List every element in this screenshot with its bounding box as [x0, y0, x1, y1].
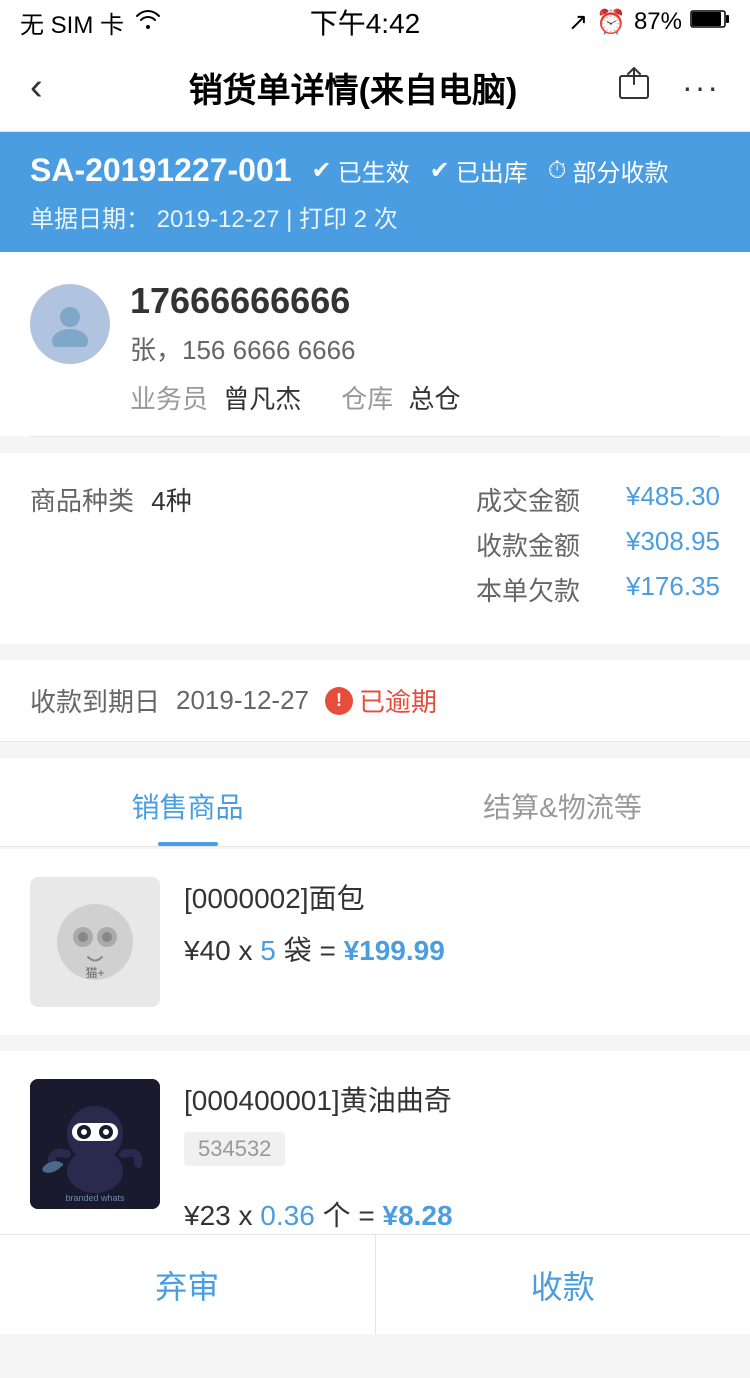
page-title: 销货单详情(来自电脑)	[90, 63, 616, 112]
status-badge-3: ⏱ 部分收款	[548, 153, 669, 188]
amount-stats: 成交金额 ¥485.30 收款金额 ¥308.95 本单欠款 ¥176.35	[476, 481, 720, 616]
received-amount: ¥308.95	[600, 526, 720, 563]
status-badge-1: ✔ 已生效	[312, 153, 410, 188]
avatar	[30, 284, 110, 364]
status-time: 下午4:42	[310, 2, 421, 42]
overdue-dot-icon: !	[325, 687, 353, 715]
status-left: 无 SIM 卡	[20, 5, 162, 40]
battery-icon	[690, 8, 730, 37]
order-id: SA-20191227-001	[30, 152, 292, 189]
stats-section: 商品种类 4种 成交金额 ¥485.30 收款金额 ¥308.95 本单欠款 ¥…	[0, 453, 750, 644]
status-right: ↗ ⏰ 87%	[568, 8, 730, 37]
product-details-2: [000400001]黄油曲奇 534532 ¥23 x 0.36 个 = ¥8…	[184, 1079, 720, 1234]
battery-text: 87%	[634, 8, 682, 36]
due-date-section: 收款到期日 2019-12-27 ! 已逾期	[0, 660, 750, 742]
status-bar: 无 SIM 卡 下午4:42 ↗ ⏰ 87%	[0, 0, 750, 44]
tab-bar: 销售商品 结算&物流等	[0, 758, 750, 847]
product-item: branded whats [000400001]黄油曲奇 534532 ¥23…	[0, 1051, 750, 1262]
sales-person: 曾凡杰	[223, 384, 301, 414]
tab-settlement-logistics[interactable]: 结算&物流等	[375, 758, 750, 846]
deal-amount: ¥485.30	[600, 481, 720, 518]
sales-info: 业务员 曾凡杰	[130, 379, 301, 416]
debt-amount: ¥176.35	[600, 571, 720, 608]
gps-icon: ↗	[568, 8, 588, 37]
customer-name-phone: 张，156 6666 6666	[130, 330, 720, 367]
product-total-2: ¥8.28	[383, 1200, 453, 1231]
product-qty-1: 5	[260, 935, 276, 966]
product-item: 猫+ [0000002]面包 ¥40 x 5 袋 = ¥199.99	[0, 849, 750, 1035]
due-date-value: 2019-12-27	[176, 685, 309, 716]
debt-amount-row: 本单欠款 ¥176.35	[476, 571, 720, 608]
product-price-2: ¥23 x 0.36 个 = ¥8.28	[184, 1194, 720, 1234]
warehouse-label: 仓库	[341, 384, 393, 414]
collect-payment-button[interactable]: 收款	[376, 1235, 750, 1334]
share-icon[interactable]	[616, 66, 652, 110]
deal-label: 成交金额	[476, 481, 580, 518]
action-bar: 弃审 收款	[0, 1234, 750, 1334]
received-amount-row: 收款金额 ¥308.95	[476, 526, 720, 563]
received-label: 收款金额	[476, 526, 580, 563]
sales-label: 业务员	[130, 384, 208, 414]
order-date-info: 单据日期： 2019-12-27 | 打印 2 次	[30, 199, 720, 234]
overdue-text: 已逾期	[359, 682, 437, 719]
clock-icon: ⏱	[548, 157, 567, 185]
product-sku-2: 534532	[184, 1132, 285, 1166]
customer-meta: 业务员 曾凡杰 仓库 总仓	[130, 379, 720, 416]
check-icon-2: ✔	[430, 156, 450, 185]
wifi-icon	[134, 8, 162, 36]
cancel-review-button[interactable]: 弃审	[0, 1235, 376, 1334]
overdue-badge: ! 已逾期	[325, 682, 437, 719]
back-button[interactable]: ‹	[30, 66, 90, 109]
nav-right-icons: ···	[616, 66, 720, 110]
customer-id: 17666666666	[130, 280, 720, 322]
product-details-1: [0000002]面包 ¥40 x 5 袋 = ¥199.99	[184, 877, 720, 969]
customer-section: 17666666666 张，156 6666 6666 业务员 曾凡杰 仓库 总…	[0, 252, 750, 436]
check-icon-1: ✔	[312, 156, 332, 185]
warehouse-info: 仓库 总仓	[341, 379, 460, 416]
product-types: 商品种类 4种	[30, 481, 192, 518]
status-badge-2: ✔ 已出库	[430, 153, 528, 188]
type-label: 商品种类	[30, 486, 134, 516]
product-image-1: 猫+	[30, 877, 160, 1007]
product-image-2: branded whats	[30, 1079, 160, 1209]
product-total-1: ¥199.99	[344, 935, 445, 966]
order-header: SA-20191227-001 ✔ 已生效 ✔ 已出库 ⏱ 部分收款 单据日期：…	[0, 132, 750, 252]
nav-bar: ‹ 销货单详情(来自电脑) ···	[0, 44, 750, 132]
svg-text:猫+: 猫+	[85, 966, 104, 980]
product-price-1: ¥40 x 5 袋 = ¥199.99	[184, 929, 720, 969]
order-date: 2019-12-27	[157, 206, 280, 233]
debt-label: 本单欠款	[476, 571, 580, 608]
carrier-text: 无 SIM 卡	[20, 5, 124, 40]
divider-1	[30, 436, 720, 437]
svg-text:branded whats: branded whats	[65, 1193, 125, 1203]
product-qty-2: 0.36	[260, 1200, 315, 1231]
date-label: 单据日期：	[30, 206, 150, 233]
warehouse-value: 总仓	[409, 384, 461, 414]
more-icon[interactable]: ···	[682, 69, 720, 106]
customer-info: 17666666666 张，156 6666 6666 业务员 曾凡杰 仓库 总…	[130, 280, 720, 416]
type-count: 4种	[151, 486, 191, 516]
deal-amount-row: 成交金额 ¥485.30	[476, 481, 720, 518]
due-date-label: 收款到期日	[30, 682, 160, 719]
print-info: | 打印 2 次	[286, 206, 398, 233]
tab-sales-products[interactable]: 销售商品	[0, 758, 375, 846]
alarm-icon: ⏰	[596, 8, 626, 37]
product-name-2: [000400001]黄油曲奇	[184, 1079, 720, 1119]
product-name-1: [0000002]面包	[184, 877, 720, 917]
